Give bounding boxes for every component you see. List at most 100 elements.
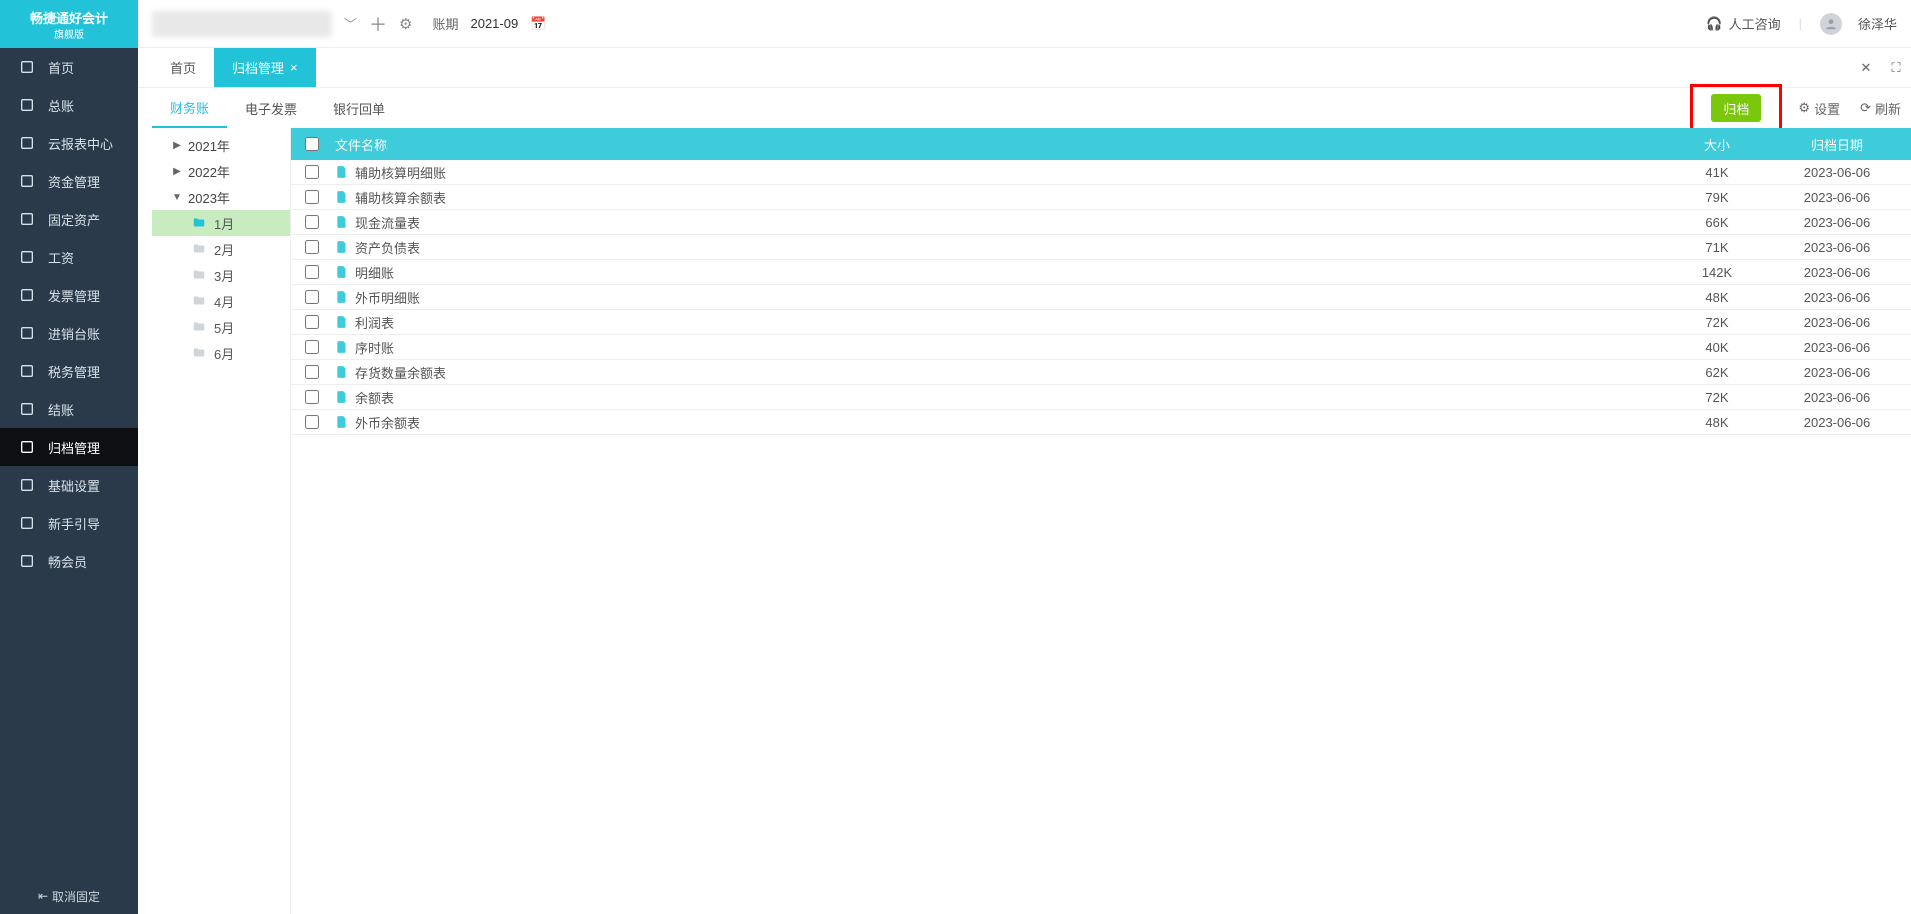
sidebar-item-1[interactable]: 总账: [0, 86, 138, 124]
file-date: 2023-06-06: [1777, 315, 1897, 330]
subtab-2[interactable]: 银行回单: [315, 88, 403, 128]
sidebar-item-3[interactable]: 资金管理: [0, 162, 138, 200]
sidebar-item-11[interactable]: 基础设置: [0, 466, 138, 504]
row-checkbox[interactable]: [305, 340, 319, 354]
tree-month-1[interactable]: 2月: [152, 236, 290, 262]
subtab-0[interactable]: 财务账: [152, 88, 227, 128]
row-checkbox[interactable]: [305, 215, 319, 229]
tree-month-3[interactable]: 4月: [152, 288, 290, 314]
tree-month-4[interactable]: 5月: [152, 314, 290, 340]
add-icon[interactable]: ＋: [369, 11, 387, 37]
settings-icon[interactable]: ⚙: [399, 15, 412, 33]
file-name: 辅助核算余额表: [355, 188, 446, 207]
sidebar-item-7[interactable]: 进销台账: [0, 314, 138, 352]
row-checkbox[interactable]: [305, 190, 319, 204]
table-row[interactable]: 外币余额表48K2023-06-06: [291, 410, 1911, 435]
sidebar-item-12[interactable]: 新手引导: [0, 504, 138, 542]
file-size: 62K: [1657, 365, 1777, 380]
file-name: 资产负债表: [355, 238, 420, 257]
file-size: 66K: [1657, 215, 1777, 230]
file-name: 利润表: [355, 313, 394, 332]
row-checkbox[interactable]: [305, 365, 319, 379]
sidebar-item-label: 工资: [48, 248, 74, 267]
file-name: 明细账: [355, 263, 394, 282]
chevron-down-icon[interactable]: ﹀: [344, 14, 357, 33]
sidebar-item-9[interactable]: 结账: [0, 390, 138, 428]
fullscreen-button[interactable]: ⛶: [1881, 48, 1911, 87]
settings-link[interactable]: ⚙ 设置: [1798, 99, 1840, 118]
tree-month-5[interactable]: 6月: [152, 340, 290, 366]
sidebar-item-10[interactable]: 归档管理: [0, 428, 138, 466]
tree-year-1[interactable]: ▶2022年: [152, 158, 290, 184]
col-size-header: 大小: [1657, 135, 1777, 154]
table-row[interactable]: 辅助核算明细账41K2023-06-06: [291, 160, 1911, 185]
table-row[interactable]: 余额表72K2023-06-06: [291, 385, 1911, 410]
table-row[interactable]: 外币明细账48K2023-06-06: [291, 285, 1911, 310]
row-checkbox[interactable]: [305, 240, 319, 254]
tree-month-0[interactable]: 1月: [152, 210, 290, 236]
ledger-icon: [18, 324, 36, 342]
calendar-icon[interactable]: 📅: [530, 16, 546, 32]
sidebar-item-6[interactable]: 发票管理: [0, 276, 138, 314]
invoice-icon: [18, 286, 36, 304]
tab-0[interactable]: 首页: [152, 48, 214, 87]
row-checkbox[interactable]: [305, 290, 319, 304]
table-row[interactable]: 存货数量余额表62K2023-06-06: [291, 360, 1911, 385]
period-value[interactable]: 2021-09: [470, 16, 518, 31]
file-date: 2023-06-06: [1777, 365, 1897, 380]
folder-icon: [192, 268, 206, 282]
table-row[interactable]: 序时账40K2023-06-06: [291, 335, 1911, 360]
file-date: 2023-06-06: [1777, 265, 1897, 280]
subtab-1[interactable]: 电子发票: [227, 88, 315, 128]
org-selector-blurred[interactable]: [152, 11, 332, 37]
file-icon: [335, 315, 349, 329]
sidebar-item-label: 结账: [48, 400, 74, 419]
row-checkbox[interactable]: [305, 390, 319, 404]
tree-year-0[interactable]: ▶2021年: [152, 132, 290, 158]
row-checkbox[interactable]: [305, 165, 319, 179]
sidebar-item-2[interactable]: 云报表中心: [0, 124, 138, 162]
tree-month-2[interactable]: 3月: [152, 262, 290, 288]
username[interactable]: 徐泽华: [1858, 14, 1897, 33]
support-link[interactable]: 🎧 人工咨询: [1706, 14, 1780, 33]
table-row[interactable]: 利润表 72K2023-06-06: [291, 310, 1911, 335]
archive-icon: [18, 438, 36, 456]
sidebar-item-5[interactable]: 工资: [0, 238, 138, 276]
row-checkbox[interactable]: [305, 265, 319, 279]
sidebar-item-8[interactable]: 税务管理: [0, 352, 138, 390]
table-row[interactable]: 现金流量表66K2023-06-06: [291, 210, 1911, 235]
folder-icon: [192, 242, 206, 256]
archive-button[interactable]: 归档: [1711, 94, 1761, 122]
gear-icon: ⚙: [1798, 100, 1810, 116]
file-size: 72K: [1657, 315, 1777, 330]
doc-icon: [18, 96, 36, 114]
row-checkbox[interactable]: [305, 415, 319, 429]
topbar: ﹀ ＋ ⚙ 账期 2021-09 📅 🎧 人工咨询 | 徐泽华: [138, 0, 1911, 48]
page-tabs: 首页归档管理× ✕ ⛶: [138, 48, 1911, 88]
table-row[interactable]: 明细账 142K2023-06-06: [291, 260, 1911, 285]
close-tabs-button[interactable]: ✕: [1851, 48, 1881, 87]
sidebar-item-4[interactable]: 固定资产: [0, 200, 138, 238]
table-row[interactable]: 辅助核算余额表79K2023-06-06: [291, 185, 1911, 210]
avatar-icon[interactable]: [1820, 13, 1842, 35]
unpin-sidebar-button[interactable]: ⇤ 取消固定: [0, 878, 138, 914]
sidebar-item-13[interactable]: 畅会员: [0, 542, 138, 580]
refresh-link[interactable]: ⟳ 刷新: [1860, 99, 1901, 118]
select-all-checkbox[interactable]: [305, 137, 319, 151]
caret-icon: ▼: [172, 192, 182, 203]
table-row[interactable]: 资产负债表71K2023-06-06: [291, 235, 1911, 260]
archive-highlight: 归档: [1690, 84, 1782, 132]
tab-1[interactable]: 归档管理×: [214, 48, 316, 87]
file-icon: [335, 340, 349, 354]
close-icon[interactable]: ×: [290, 60, 298, 75]
chart-icon: [18, 134, 36, 152]
row-checkbox[interactable]: [305, 315, 319, 329]
file-icon: [335, 165, 349, 179]
tree-month-label: 5月: [214, 318, 234, 337]
tree-year-2[interactable]: ▼2023年: [152, 184, 290, 210]
file-name: 外币明细账: [355, 288, 420, 307]
wallet-icon: [18, 172, 36, 190]
sidebar-item-0[interactable]: 首页: [0, 48, 138, 86]
file-size: 142K: [1657, 265, 1777, 280]
brand-logo[interactable]: 畅捷通好会计 旗舰版: [0, 0, 138, 48]
